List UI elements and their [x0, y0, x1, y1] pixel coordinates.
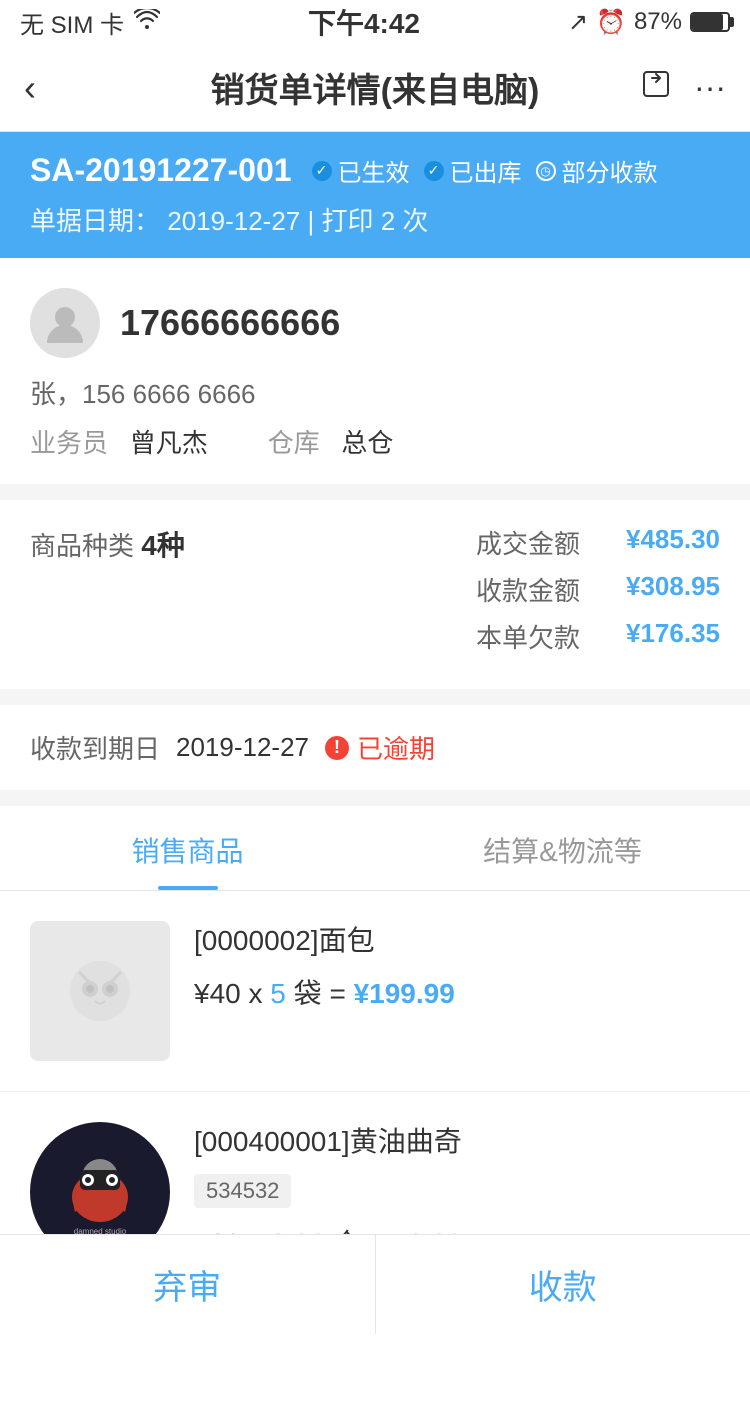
unit-price-1: ¥40 [194, 978, 241, 1009]
customer-meta: 业务员 曾凡杰 仓库 总仓 [30, 423, 720, 460]
product-name-2: [000400001]黄油曲奇 [194, 1122, 720, 1161]
received-value: ¥308.95 [600, 571, 720, 608]
page-title: 销货单详情(来自电脑) [211, 63, 540, 112]
product-name-1: [0000002]面包 [194, 921, 720, 960]
overdue-icon: ! [325, 736, 349, 760]
stats-section: 商品种类 4种 成交金额 ¥485.30 收款金额 ¥308.95 本单欠款 ¥… [0, 500, 750, 689]
status-right: ↗ ⏰ 87% [568, 8, 730, 37]
debt-value: ¥176.35 [600, 618, 720, 655]
status-left: 无 SIM 卡 [20, 5, 160, 40]
tab-sales-products[interactable]: 销售商品 [0, 806, 375, 890]
due-date-value: 2019-12-27 [176, 732, 309, 763]
check-icon-2: ✓ [424, 161, 444, 181]
due-date-section: 收款到期日 2019-12-27 ! 已逾期 [0, 705, 750, 790]
qty-1: 5 [270, 978, 286, 1009]
status-badges: ✓ 已生效 ✓ 已出库 ◷ 部分收款 [312, 153, 658, 188]
status-time: 下午4:42 [308, 2, 420, 42]
back-button[interactable]: ‹ [14, 57, 46, 119]
order-header-sub: 单据日期： 2019-12-27 | 打印 2 次 [30, 201, 720, 238]
order-header: SA-20191227-001 ✓ 已生效 ✓ 已出库 ◷ 部分收款 单据日期：… [0, 132, 750, 258]
alarm-icon: ⏰ [596, 8, 626, 37]
reject-button[interactable]: 弃审 [0, 1235, 376, 1334]
tab-settlement-logistics[interactable]: 结算&物流等 [375, 806, 750, 890]
overdue-text: 已逾期 [357, 729, 435, 766]
more-icon[interactable]: ··· [694, 69, 726, 106]
order-id: SA-20191227-001 [30, 152, 292, 189]
location-icon: ↗ [568, 8, 588, 37]
product-price-1: ¥40 x 5 袋 = ¥199.99 [194, 972, 720, 1012]
due-date-label: 收款到期日 [30, 729, 160, 766]
carrier-text: 无 SIM 卡 [20, 5, 124, 40]
overdue-badge: ! 已逾期 [325, 729, 435, 766]
tabs: 销售商品 结算&物流等 [0, 806, 750, 890]
customer-section: 17666666666 张，156 6666 6666 业务员 曾凡杰 仓库 总… [0, 258, 750, 484]
financial-stats: 成交金额 ¥485.30 收款金额 ¥308.95 本单欠款 ¥176.35 [476, 524, 720, 665]
bottom-bar: 弃审 收款 [0, 1234, 750, 1334]
product-info-1: [0000002]面包 ¥40 x 5 袋 = ¥199.99 [194, 921, 720, 1061]
product-sku-2: 534532 [194, 1174, 291, 1208]
product-types: 商品种类 4种 [30, 524, 185, 564]
salesman-value: 曾凡杰 [130, 428, 208, 458]
wifi-icon [134, 8, 160, 36]
product-item: [0000002]面包 ¥40 x 5 袋 = ¥199.99 [0, 891, 750, 1092]
order-header-top: SA-20191227-001 ✓ 已生效 ✓ 已出库 ◷ 部分收款 [30, 152, 720, 189]
battery-percentage: 87% [634, 8, 682, 36]
warehouse-value: 总仓 [341, 428, 393, 458]
status-bar: 无 SIM 卡 下午4:42 ↗ ⏰ 87% [0, 0, 750, 44]
customer-name-phone: 张，156 6666 6666 [30, 374, 720, 411]
warehouse-info: 仓库 总仓 [268, 423, 394, 460]
badge-partial-payment: ◷ 部分收款 [536, 153, 658, 188]
tabs-section: 销售商品 结算&物流等 [0, 806, 750, 891]
customer-top: 17666666666 [30, 288, 720, 358]
nav-bar: ‹ 销货单详情(来自电脑) ··· [0, 44, 750, 132]
total-1: ¥199.99 [354, 978, 455, 1009]
battery-icon [690, 12, 730, 32]
product-thumb-1 [30, 921, 170, 1061]
deal-amount-row: 成交金额 ¥485.30 [476, 524, 720, 561]
debt-row: 本单欠款 ¥176.35 [476, 618, 720, 655]
check-icon-1: ✓ [312, 161, 332, 181]
received-row: 收款金额 ¥308.95 [476, 571, 720, 608]
nav-right-actions: ··· [642, 69, 726, 106]
badge-outbound: ✓ 已出库 [424, 153, 522, 188]
collect-payment-button[interactable]: 收款 [376, 1235, 750, 1334]
salesman-info: 业务员 曾凡杰 [30, 423, 208, 460]
badge-effective: ✓ 已生效 [312, 153, 410, 188]
share-icon[interactable] [642, 69, 670, 106]
customer-phone: 17666666666 [120, 302, 340, 344]
clock-icon: ◷ [536, 161, 556, 181]
avatar [30, 288, 100, 358]
deal-amount-value: ¥485.30 [600, 524, 720, 561]
